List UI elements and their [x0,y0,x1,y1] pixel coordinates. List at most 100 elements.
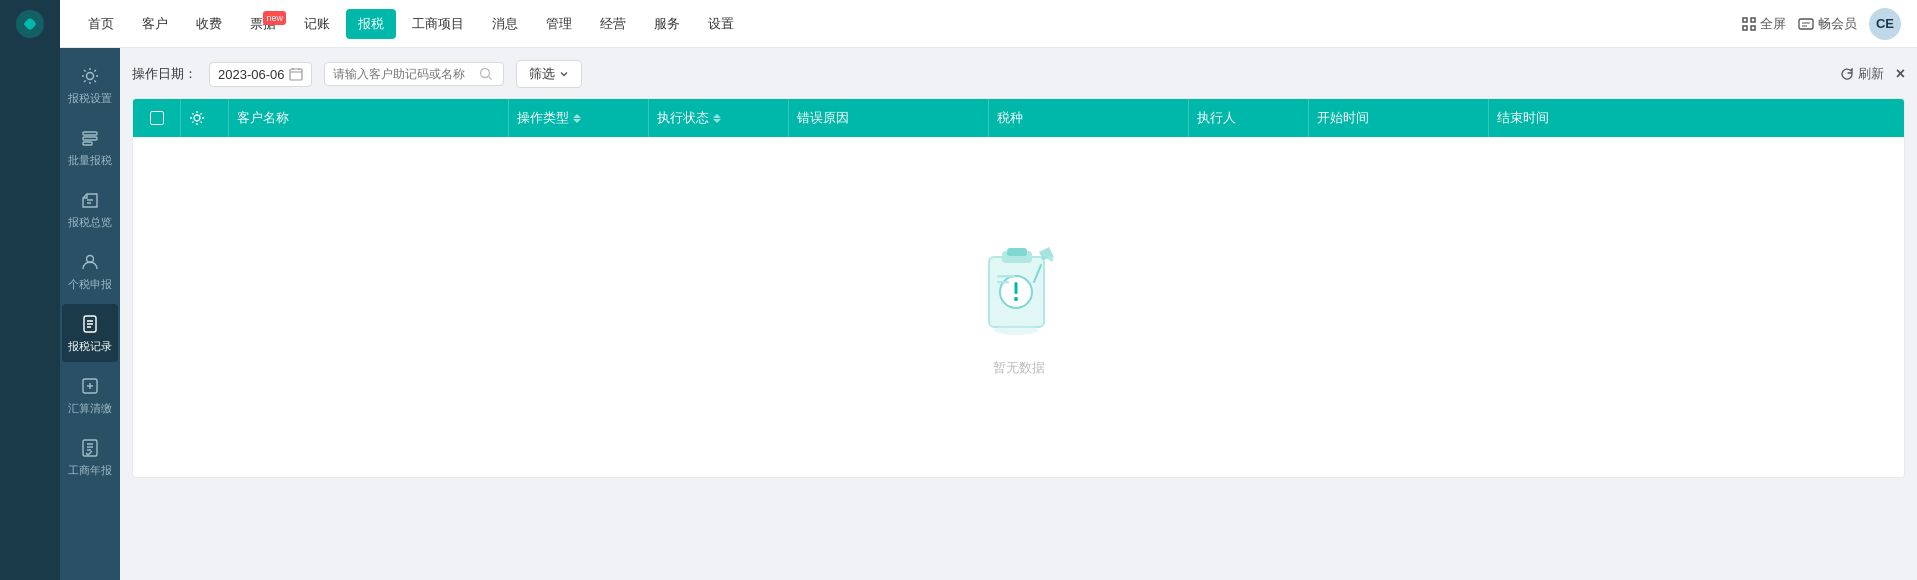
th-operation-type: 操作类型 [509,99,649,137]
refresh-icon [1840,67,1854,81]
toolbar: 操作日期： 2023-06-06 筛选 [132,60,1905,88]
batch-icon [78,126,102,150]
date-input[interactable]: 2023-06-06 [209,62,312,87]
nav-item-service[interactable]: 服务 [642,9,692,39]
svg-rect-8 [83,137,97,140]
sub-item-label-batch-tax: 批量报税 [68,153,112,168]
page-content: 操作日期： 2023-06-06 筛选 [120,48,1917,580]
nav-item-operation[interactable]: 经营 [588,9,638,39]
nav-item-tax[interactable]: 报税 [346,9,396,39]
nav-item-customer[interactable]: 客户 [130,9,180,39]
sort-operation-type-icon [573,114,581,123]
th-exec-status: 执行状态 [649,99,789,137]
chevron-down-icon [559,69,569,79]
th-executor: 执行人 [1189,99,1309,137]
th-start-time: 开始时间 [1309,99,1489,137]
search-input[interactable] [333,67,473,81]
calc-icon [78,374,102,398]
svg-rect-9 [83,142,92,145]
settings-col-icon [189,110,205,126]
svg-rect-1 [1743,18,1747,22]
th-error-reason: 错误原因 [789,99,989,137]
header-checkbox[interactable] [150,111,164,125]
nav-item-business[interactable]: 工商项目 [400,9,476,39]
sort-exec-status-icon [713,114,721,123]
calendar-icon [289,67,303,81]
nav-item-invoice[interactable]: 票据new [238,9,288,39]
avatar[interactable]: CE [1869,8,1901,40]
svg-point-25 [994,325,1038,335]
nav-item-settings[interactable]: 设置 [696,9,746,39]
main-area: 首页客户收费票据new记账报税工商项目消息管理经营服务设置 全屏 畅会员 CE … [60,0,1917,580]
person-icon [78,250,102,274]
sub-item-annual-report[interactable]: 工商年报 [62,428,118,486]
svg-rect-3 [1743,26,1747,30]
svg-point-22 [1014,297,1018,301]
content-area: 报税设置批量报税报税总览个税申报报税记录汇算清缴工商年报 操作日期： 2023-… [60,48,1917,580]
sub-item-label-tax-records: 报税记录 [68,339,112,354]
sub-item-label-annual-report: 工商年报 [68,463,112,478]
nav-item-manage[interactable]: 管理 [534,9,584,39]
refresh-btn[interactable]: 刷新 [1840,65,1884,83]
nav-right: 全屏 畅会员 CE [1742,8,1901,40]
fullscreen-btn[interactable]: 全屏 [1742,15,1786,33]
svg-rect-23 [997,275,1015,278]
svg-point-6 [87,73,94,80]
empty-text: 暂无数据 [993,359,1045,377]
nav-items: 首页客户收费票据new记账报税工商项目消息管理经营服务设置 [76,9,1742,39]
sub-item-tax-summary[interactable]: 报税总览 [62,180,118,238]
nav-item-account[interactable]: 记账 [292,9,342,39]
empty-illustration [969,237,1069,347]
svg-point-15 [480,69,489,78]
th-tax-type: 税种 [989,99,1189,137]
sub-item-settlement[interactable]: 汇算清缴 [62,366,118,424]
sub-item-personal-tax[interactable]: 个税申报 [62,242,118,300]
fullscreen-label: 全屏 [1760,15,1786,33]
svg-rect-4 [1751,26,1755,30]
close-btn[interactable]: × [1896,65,1905,83]
sub-item-tax-records[interactable]: 报税记录 [62,304,118,362]
th-end-time: 结束时间 [1489,99,1629,137]
filter-btn[interactable]: 筛选 [516,60,582,88]
svg-rect-19 [1007,248,1027,256]
sub-item-label-personal-tax: 个税申报 [68,277,112,292]
nav-item-home[interactable]: 首页 [76,9,126,39]
svg-rect-7 [83,132,97,135]
empty-state: 暂无数据 [969,237,1069,377]
svg-rect-2 [1751,18,1755,22]
toolbar-right: 刷新 × [1840,65,1905,83]
nav-item-message[interactable]: 消息 [480,9,530,39]
member-btn[interactable]: 畅会员 [1798,15,1857,33]
sub-item-tax-settings[interactable]: 报税设置 [62,56,118,114]
record-icon [78,312,102,336]
table: 客户名称 操作类型 执行状态 [132,98,1905,478]
date-value: 2023-06-06 [218,67,285,82]
date-label: 操作日期： [132,65,197,83]
table-header: 客户名称 操作类型 执行状态 [133,99,1904,137]
sub-item-label-tax-settings: 报税设置 [68,91,112,106]
th-settings [181,99,229,137]
top-nav: 首页客户收费票据new记账报税工商项目消息管理经营服务设置 全屏 畅会员 CE [60,0,1917,48]
filter-label: 筛选 [529,65,555,83]
sub-item-label-tax-summary: 报税总览 [68,215,112,230]
summary-icon [78,188,102,212]
sub-sidebar: 报税设置批量报税报税总览个税申报报税记录汇算清缴工商年报 [60,48,120,580]
th-checkbox[interactable] [133,99,181,137]
nav-item-billing[interactable]: 收费 [184,9,234,39]
search-icon [479,67,493,81]
member-label: 畅会员 [1818,15,1857,33]
sidebar [0,0,60,580]
svg-rect-5 [1799,19,1813,29]
svg-rect-24 [997,281,1009,284]
settings-icon [78,64,102,88]
table-body: 暂无数据 [133,137,1904,477]
refresh-label: 刷新 [1858,65,1884,83]
th-client-name: 客户名称 [229,99,509,137]
app-logo[interactable] [0,0,60,48]
report-icon [78,436,102,460]
sub-item-batch-tax[interactable]: 批量报税 [62,118,118,176]
sub-item-label-settlement: 汇算清缴 [68,401,112,416]
search-wrap [324,62,504,86]
svg-rect-21 [1014,282,1017,294]
svg-rect-14 [290,69,302,80]
